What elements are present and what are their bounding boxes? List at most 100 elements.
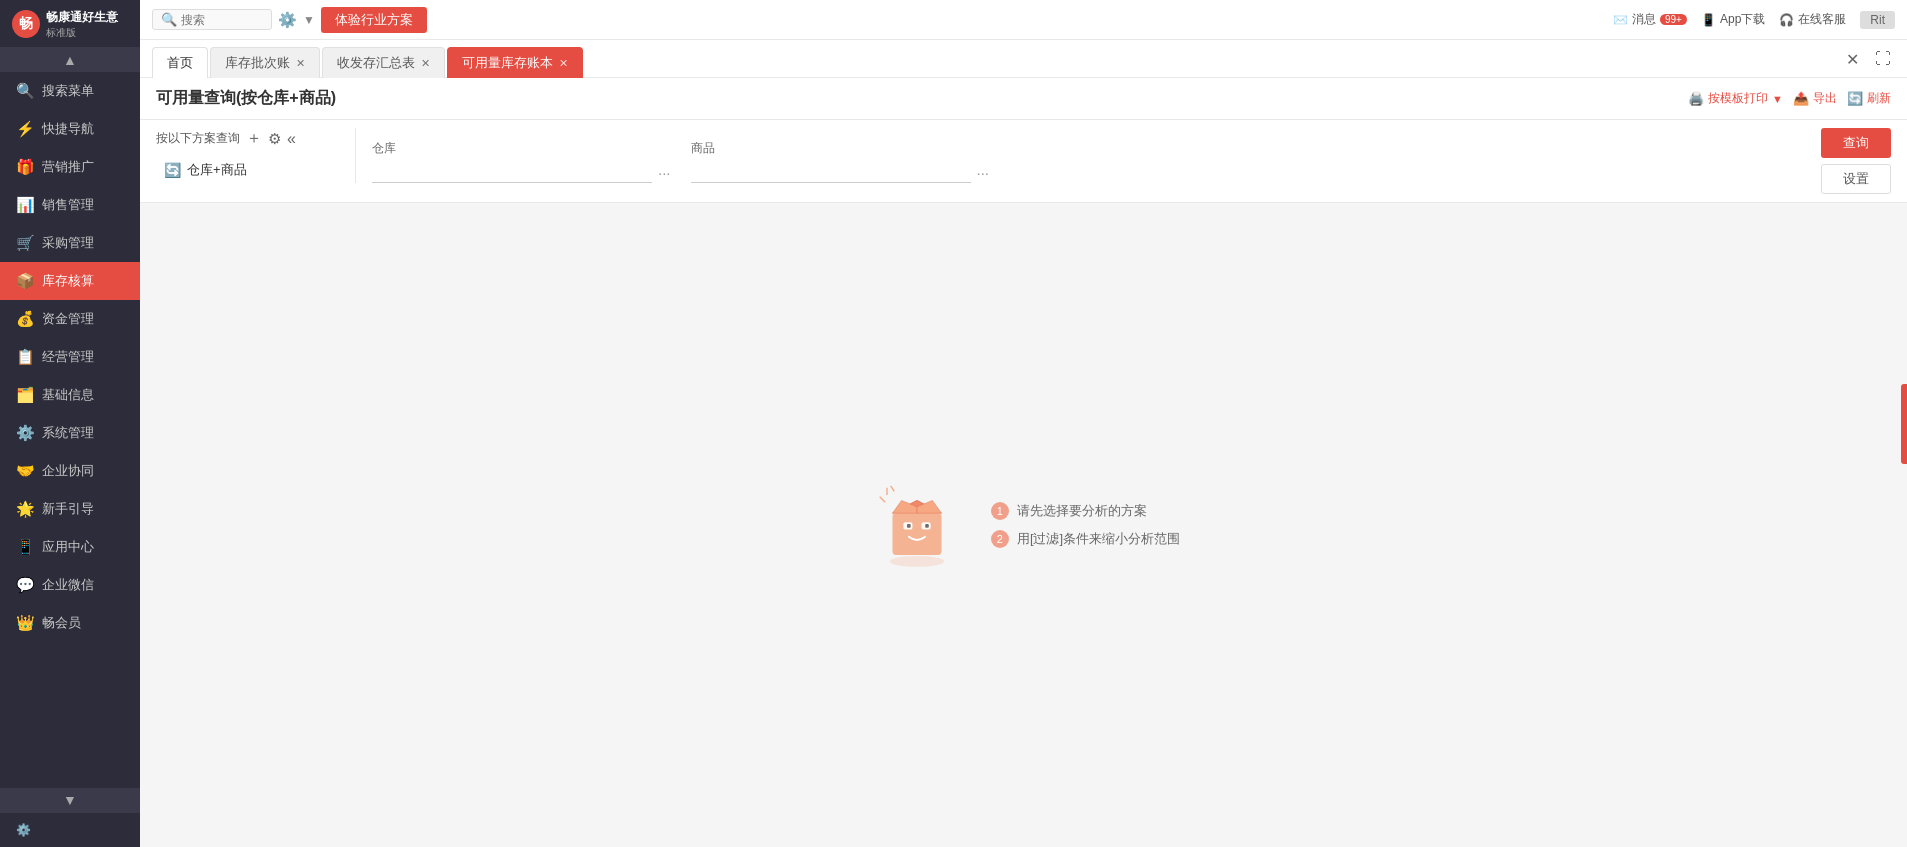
sidebar-item-purchase[interactable]: 🛒 采购管理 bbox=[0, 224, 140, 262]
sidebar-item-system[interactable]: ⚙️ 系统管理 bbox=[0, 414, 140, 452]
sidebar-item-finance[interactable]: 💰 资金管理 bbox=[0, 300, 140, 338]
crown-icon: 👑 bbox=[16, 614, 34, 632]
folder-icon: 🗂️ bbox=[16, 386, 34, 404]
gift-icon: 🎁 bbox=[16, 158, 34, 176]
tabbar-right-actions: ✕ ⛶ bbox=[1842, 47, 1895, 70]
sidebar-item-inventory[interactable]: 📦 库存核算 bbox=[0, 262, 140, 300]
tab-close-button[interactable]: ✕ bbox=[1842, 47, 1863, 70]
svg-line-8 bbox=[891, 486, 895, 491]
tab-available-ledger[interactable]: 可用量库存账本 ✕ bbox=[447, 47, 583, 78]
warehouse-more-icon[interactable]: ··· bbox=[658, 164, 671, 183]
industry-solution-button[interactable]: 体验行业方案 bbox=[321, 7, 427, 33]
empty-tips: 1 请先选择要分析的方案 2 用[过滤]条件来缩小分析范围 bbox=[991, 502, 1180, 548]
svg-rect-4 bbox=[907, 524, 911, 528]
query-button[interactable]: 查询 bbox=[1821, 128, 1891, 158]
tab-batch-ledger[interactable]: 库存批次账 ✕ bbox=[210, 47, 320, 78]
settings-bottom-icon: ⚙️ bbox=[16, 823, 31, 837]
empty-tip-2: 2 用[过滤]条件来缩小分析范围 bbox=[991, 530, 1180, 548]
online-service-item[interactable]: 🎧 在线客服 bbox=[1779, 11, 1846, 28]
page-content: 可用量查询(按仓库+商品) 🖨️ 按模板打印 ▼ 📤 导出 🔄 刷新 bbox=[140, 78, 1907, 847]
sidebar-scroll-down[interactable]: ▼ bbox=[0, 788, 140, 812]
tab-close-batch-ledger[interactable]: ✕ bbox=[296, 57, 305, 70]
message-icon: ✉️ bbox=[1613, 13, 1628, 27]
filter-section: 按以下方案查询 ＋ ⚙ « 🔄 仓库+商品 仓库 bbox=[140, 120, 1907, 203]
svg-point-0 bbox=[890, 556, 945, 567]
sidebar-item-basics[interactable]: 🗂️ 基础信息 bbox=[0, 376, 140, 414]
sidebar-nav: 🔍 搜索菜单 ⚡ 快捷导航 🎁 营销推广 📊 销售管理 🛒 采购管理 📦 库存核… bbox=[0, 72, 140, 788]
filter-actions: 查询 设置 bbox=[1801, 128, 1891, 194]
topbar-gear-icon[interactable]: ⚙️ bbox=[278, 11, 297, 29]
chat-icon: 💬 bbox=[16, 576, 34, 594]
sidebar-item-apps[interactable]: 📱 应用中心 bbox=[0, 528, 140, 566]
scheme-settings-button[interactable]: ⚙ bbox=[268, 130, 281, 148]
warehouse-label: 仓库 bbox=[372, 140, 652, 157]
topbar-dropdown-icon[interactable]: ▼ bbox=[303, 13, 315, 27]
search-icon: 🔍 bbox=[161, 12, 177, 27]
sidebar-item-member[interactable]: 👑 畅会员 bbox=[0, 604, 140, 642]
empty-box-svg bbox=[867, 470, 967, 580]
topbar: 🔍 ⚙️ ▼ 体验行业方案 ✉️ 消息 99+ 📱 App下载 🎧 在线客服 R bbox=[140, 0, 1907, 40]
export-button[interactable]: 📤 导出 bbox=[1793, 90, 1837, 107]
topbar-search-box[interactable]: 🔍 bbox=[152, 9, 272, 30]
headset-icon: 🎧 bbox=[1779, 13, 1794, 27]
sidebar-item-enterprise[interactable]: 🤝 企业协同 bbox=[0, 452, 140, 490]
warehouse-input[interactable] bbox=[372, 159, 652, 183]
empty-state: 1 请先选择要分析的方案 2 用[过滤]条件来缩小分析范围 bbox=[140, 203, 1907, 847]
sidebar-item-marketing[interactable]: 🎁 营销推广 bbox=[0, 148, 140, 186]
sidebar-item-wechat[interactable]: 💬 企业微信 bbox=[0, 566, 140, 604]
topbar-right: ✉️ 消息 99+ 📱 App下载 🎧 在线客服 Rit bbox=[1613, 11, 1895, 29]
product-field: 商品 ··· bbox=[691, 140, 990, 183]
message-item[interactable]: ✉️ 消息 99+ bbox=[1613, 11, 1687, 28]
sidebar-logo: 畅 畅康通好生意 标准版 bbox=[0, 0, 140, 48]
collapse-filter-button[interactable]: « bbox=[287, 130, 296, 148]
scheme-item-warehouse-product[interactable]: 🔄 仓库+商品 bbox=[156, 157, 343, 183]
page-header-actions: 🖨️ 按模板打印 ▼ 📤 导出 🔄 刷新 bbox=[1688, 90, 1891, 107]
filter-scheme-header: 按以下方案查询 ＋ ⚙ « bbox=[156, 128, 343, 149]
topbar-left: 🔍 ⚙️ ▼ 体验行业方案 bbox=[152, 7, 1605, 33]
sidebar-item-search[interactable]: 🔍 搜索菜单 bbox=[0, 72, 140, 110]
print-dropdown-icon[interactable]: ▼ bbox=[1772, 93, 1783, 105]
sidebar-bottom[interactable]: ⚙️ bbox=[0, 812, 140, 847]
tab-expand-button[interactable]: ⛶ bbox=[1871, 48, 1895, 70]
page-header: 可用量查询(按仓库+商品) 🖨️ 按模板打印 ▼ 📤 导出 🔄 刷新 bbox=[140, 78, 1907, 120]
phone-icon: 📱 bbox=[16, 538, 34, 556]
refresh-button[interactable]: 🔄 刷新 bbox=[1847, 90, 1891, 107]
sidebar-item-operations[interactable]: 📋 经营管理 bbox=[0, 338, 140, 376]
user-avatar[interactable]: Rit bbox=[1860, 11, 1895, 29]
sidebar-scroll-up[interactable]: ▲ bbox=[0, 48, 140, 72]
filter-settings-button[interactable]: 设置 bbox=[1821, 164, 1891, 194]
product-label: 商品 bbox=[691, 140, 971, 157]
print-button[interactable]: 🖨️ 按模板打印 ▼ bbox=[1688, 90, 1783, 107]
sidebar-item-sales[interactable]: 📊 销售管理 bbox=[0, 186, 140, 224]
cart-icon: 🛒 bbox=[16, 234, 34, 252]
app-download-item[interactable]: 📱 App下载 bbox=[1701, 11, 1765, 28]
tab-close-available-ledger[interactable]: ✕ bbox=[559, 57, 568, 70]
inventory-icon: 📦 bbox=[16, 272, 34, 290]
tab-stock-summary[interactable]: 收发存汇总表 ✕ bbox=[322, 47, 445, 78]
sidebar: 畅 畅康通好生意 标准版 ▲ 🔍 搜索菜单 ⚡ 快捷导航 🎁 营销推广 📊 销售… bbox=[0, 0, 140, 847]
star-icon: 🌟 bbox=[16, 500, 34, 518]
sidebar-item-newbie[interactable]: 🌟 新手引导 bbox=[0, 490, 140, 528]
product-more-icon[interactable]: ··· bbox=[977, 164, 990, 183]
refresh-icon: 🔄 bbox=[1847, 91, 1863, 106]
empty-tip-1: 1 请先选择要分析的方案 bbox=[991, 502, 1180, 520]
main-area: 🔍 ⚙️ ▼ 体验行业方案 ✉️ 消息 99+ 📱 App下载 🎧 在线客服 R bbox=[140, 0, 1907, 847]
product-input[interactable] bbox=[691, 159, 971, 183]
page-title: 可用量查询(按仓库+商品) bbox=[156, 88, 336, 109]
svg-line-6 bbox=[880, 497, 885, 502]
tab-home[interactable]: 首页 bbox=[152, 47, 208, 78]
empty-illustration bbox=[867, 475, 967, 575]
right-scrollbar-indicator bbox=[1901, 384, 1907, 464]
warehouse-field: 仓库 ··· bbox=[372, 140, 671, 183]
tab-close-stock-summary[interactable]: ✕ bbox=[421, 57, 430, 70]
logo-icon: 畅 bbox=[12, 10, 40, 38]
sidebar-item-shortcut[interactable]: ⚡ 快捷导航 bbox=[0, 110, 140, 148]
shortcut-icon: ⚡ bbox=[16, 120, 34, 138]
export-icon: 📤 bbox=[1793, 91, 1809, 106]
svg-rect-1 bbox=[892, 513, 941, 555]
money-icon: 💰 bbox=[16, 310, 34, 328]
chart-icon: 📊 bbox=[16, 196, 34, 214]
sidebar-logo-text: 畅康通好生意 标准版 bbox=[46, 10, 118, 39]
add-scheme-button[interactable]: ＋ bbox=[246, 128, 262, 149]
search-input[interactable] bbox=[181, 13, 261, 27]
